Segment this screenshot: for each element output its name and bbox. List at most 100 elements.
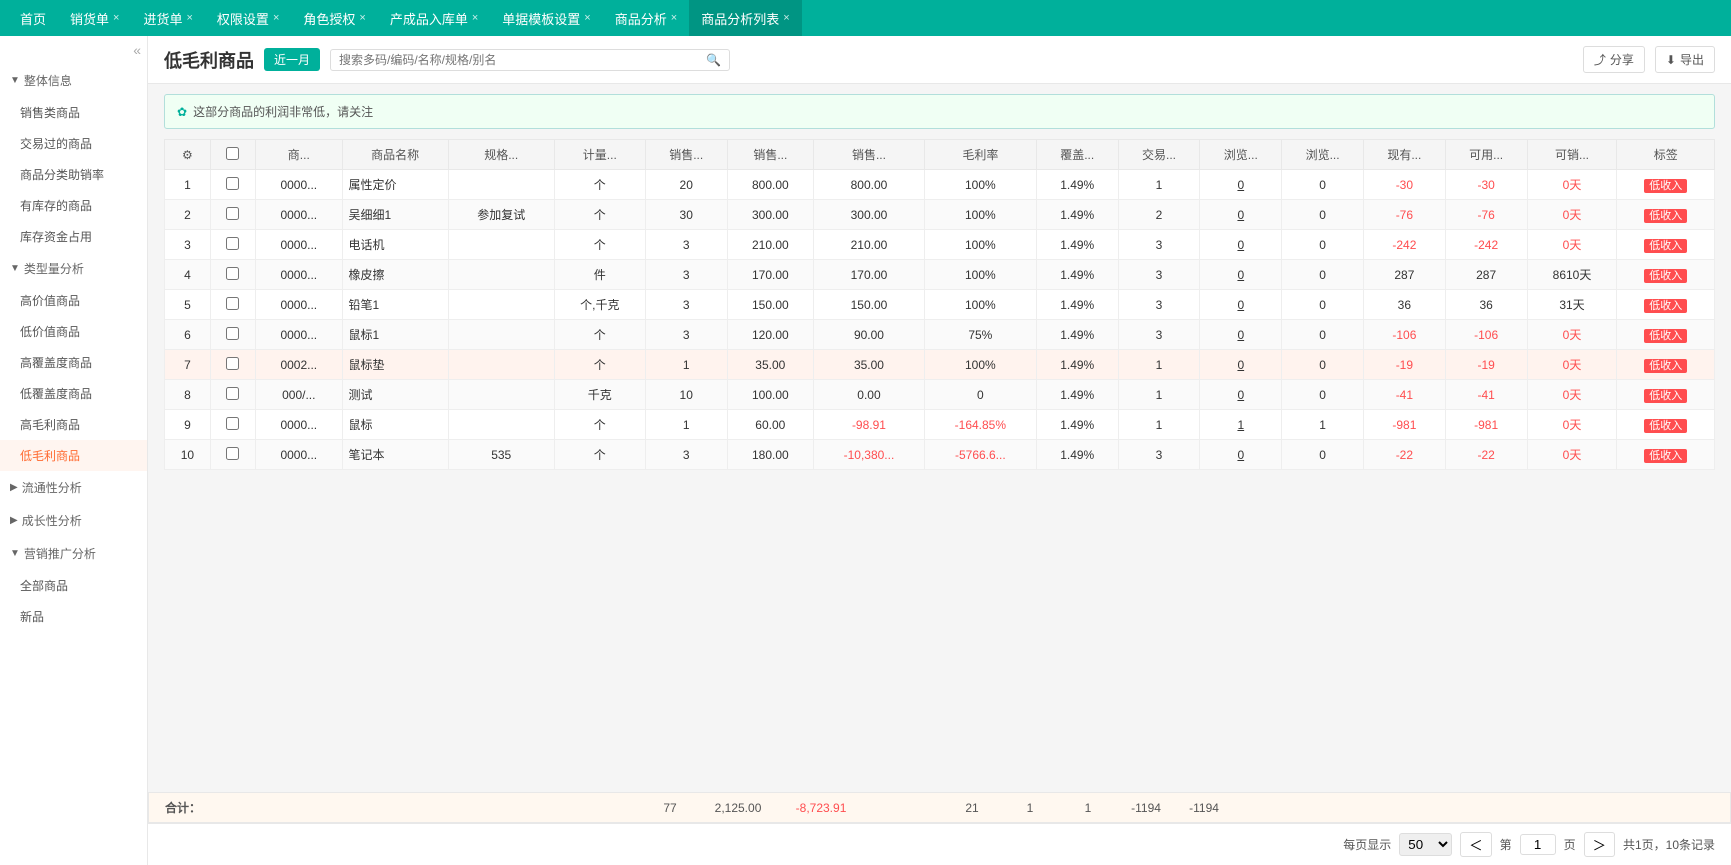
table-row[interactable]: 2 0000... 吴细细1 参加复试 个 30 300.00 300.00 1…	[165, 200, 1715, 230]
row-checkbox[interactable]	[226, 357, 239, 370]
close-icon[interactable]: ×	[273, 12, 279, 24]
row-browse1[interactable]: 0	[1200, 200, 1282, 230]
table-row[interactable]: 5 0000... 铅笔1 个,千克 3 150.00 150.00 100% …	[165, 290, 1715, 320]
nav-permissions[interactable]: 权限设置 ×	[205, 0, 291, 36]
table-row[interactable]: 4 0000... 橡皮擦 件 3 170.00 170.00 100% 1.4…	[165, 260, 1715, 290]
row-checkbox[interactable]	[226, 207, 239, 220]
period-button[interactable]: 近一月	[264, 48, 320, 71]
sidebar-group-growth[interactable]: ▶ 成长性分析	[0, 504, 147, 537]
close-icon[interactable]: ×	[783, 12, 789, 24]
close-icon[interactable]: ×	[671, 12, 677, 24]
table-row[interactable]: 10 0000... 笔记本 535 个 3 180.00 -10,380...…	[165, 440, 1715, 470]
col-unit[interactable]: 计量...	[554, 140, 645, 170]
row-checkbox[interactable]	[226, 267, 239, 280]
table-row[interactable]: 7 0002... 鼠标垫 个 1 35.00 35.00 100% 1.49%…	[165, 350, 1715, 380]
sidebar-item-all-goods[interactable]: 全部商品	[0, 570, 147, 601]
row-browse1[interactable]: 0	[1200, 230, 1282, 260]
col-cover-rate[interactable]: 覆盖...	[1036, 140, 1118, 170]
col-browse2[interactable]: 浏览...	[1282, 140, 1364, 170]
export-button[interactable]: ⬇ 导出	[1655, 46, 1715, 73]
col-sales-price[interactable]: 销售...	[727, 140, 813, 170]
current-page-input[interactable]	[1520, 834, 1556, 855]
sidebar-item-category-rate[interactable]: 商品分类助销率	[0, 159, 147, 190]
row-checkbox[interactable]	[226, 177, 239, 190]
sidebar-group-marketing[interactable]: ▼ 营销推广分析	[0, 537, 147, 570]
sidebar-group-circulation[interactable]: ▶ 流通性分析	[0, 471, 147, 504]
col-tag[interactable]: 标签	[1617, 140, 1715, 170]
col-available[interactable]: 可用...	[1445, 140, 1527, 170]
col-settings[interactable]: ⚙	[165, 140, 211, 170]
row-checkbox[interactable]	[226, 387, 239, 400]
per-page-select[interactable]: 50 100 200	[1399, 833, 1452, 856]
sidebar-item-low-value[interactable]: 低价值商品	[0, 316, 147, 347]
close-icon[interactable]: ×	[113, 12, 119, 24]
col-gross-rate[interactable]: 毛利率	[924, 140, 1036, 170]
nav-goods-analysis[interactable]: 商品分析 ×	[603, 0, 689, 36]
row-checkbox[interactable]	[226, 237, 239, 250]
table-row[interactable]: 3 0000... 电话机 个 3 210.00 210.00 100% 1.4…	[165, 230, 1715, 260]
sidebar-item-low-coverage[interactable]: 低覆盖度商品	[0, 378, 147, 409]
row-check[interactable]	[210, 170, 255, 200]
row-checkbox[interactable]	[226, 447, 239, 460]
col-code[interactable]: 商...	[256, 140, 342, 170]
row-check[interactable]	[210, 380, 255, 410]
sidebar-item-high-margin[interactable]: 高毛利商品	[0, 409, 147, 440]
col-spec[interactable]: 规格...	[448, 140, 554, 170]
row-checkbox[interactable]	[226, 297, 239, 310]
sidebar-collapse-btn[interactable]: «	[0, 36, 147, 64]
sidebar-group-type-analysis[interactable]: ▼ 类型量分析	[0, 252, 147, 285]
sidebar-item-in-stock[interactable]: 有库存的商品	[0, 190, 147, 221]
prev-page-btn[interactable]: ＜	[1460, 832, 1491, 857]
col-sales-profit[interactable]: 销售...	[814, 140, 925, 170]
row-browse1[interactable]: 0	[1200, 320, 1282, 350]
row-checkbox[interactable]	[226, 327, 239, 340]
sidebar-item-high-coverage[interactable]: 高覆盖度商品	[0, 347, 147, 378]
nav-purchase-order[interactable]: 进货单 ×	[131, 0, 204, 36]
search-input[interactable]	[339, 53, 702, 67]
table-row[interactable]: 1 0000... 属性定价 个 20 800.00 800.00 100% 1…	[165, 170, 1715, 200]
row-check[interactable]	[210, 200, 255, 230]
nav-role-auth[interactable]: 角色授权 ×	[291, 0, 377, 36]
share-button[interactable]: ⤴ 分享	[1583, 46, 1645, 73]
col-sales-qty[interactable]: 销售...	[645, 140, 727, 170]
row-browse1[interactable]: 0	[1200, 380, 1282, 410]
sidebar-item-high-value[interactable]: 高价值商品	[0, 285, 147, 316]
row-check[interactable]	[210, 320, 255, 350]
row-browse1[interactable]: 0	[1200, 350, 1282, 380]
row-checkbox[interactable]	[226, 417, 239, 430]
search-icon[interactable]: 🔍	[706, 53, 721, 67]
sidebar-item-stock-capital[interactable]: 库存资金占用	[0, 221, 147, 252]
next-page-btn[interactable]: ＞	[1584, 832, 1615, 857]
close-icon[interactable]: ×	[359, 12, 365, 24]
row-check[interactable]	[210, 290, 255, 320]
sidebar-item-traded-goods[interactable]: 交易过的商品	[0, 128, 147, 159]
sidebar-item-low-margin[interactable]: 低毛利商品	[0, 440, 147, 471]
nav-template-setting[interactable]: 单据模板设置 ×	[490, 0, 602, 36]
table-row[interactable]: 6 0000... 鼠标1 个 3 120.00 90.00 75% 1.49%…	[165, 320, 1715, 350]
nav-goods-analysis-list[interactable]: 商品分析列表 ×	[689, 0, 801, 36]
table-row[interactable]: 9 0000... 鼠标 个 1 60.00 -98.91 -164.85% 1…	[165, 410, 1715, 440]
col-check[interactable]	[210, 140, 255, 170]
close-icon[interactable]: ×	[186, 12, 192, 24]
row-browse1[interactable]: 0	[1200, 170, 1282, 200]
nav-sales-order[interactable]: 销货单 ×	[58, 0, 131, 36]
row-browse1[interactable]: 0	[1200, 440, 1282, 470]
col-current-stock[interactable]: 现有...	[1363, 140, 1445, 170]
table-row[interactable]: 8 000/... 测试 千克 10 100.00 0.00 0 1.49% 1…	[165, 380, 1715, 410]
close-icon[interactable]: ×	[584, 12, 590, 24]
col-saleable[interactable]: 可销...	[1527, 140, 1617, 170]
col-name[interactable]: 商品名称	[342, 140, 448, 170]
row-check[interactable]	[210, 440, 255, 470]
row-check[interactable]	[210, 260, 255, 290]
nav-home[interactable]: 首页	[8, 0, 58, 36]
nav-product-instock[interactable]: 产成品入库单 ×	[378, 0, 490, 36]
row-check[interactable]	[210, 350, 255, 380]
col-browse1[interactable]: 浏览...	[1200, 140, 1282, 170]
row-browse1[interactable]: 0	[1200, 260, 1282, 290]
sidebar-item-new-goods[interactable]: 新品	[0, 601, 147, 632]
check-all[interactable]	[226, 147, 239, 160]
sidebar-item-sales-goods[interactable]: 销售类商品	[0, 97, 147, 128]
col-trade[interactable]: 交易...	[1118, 140, 1200, 170]
row-browse1[interactable]: 0	[1200, 290, 1282, 320]
row-check[interactable]	[210, 230, 255, 260]
